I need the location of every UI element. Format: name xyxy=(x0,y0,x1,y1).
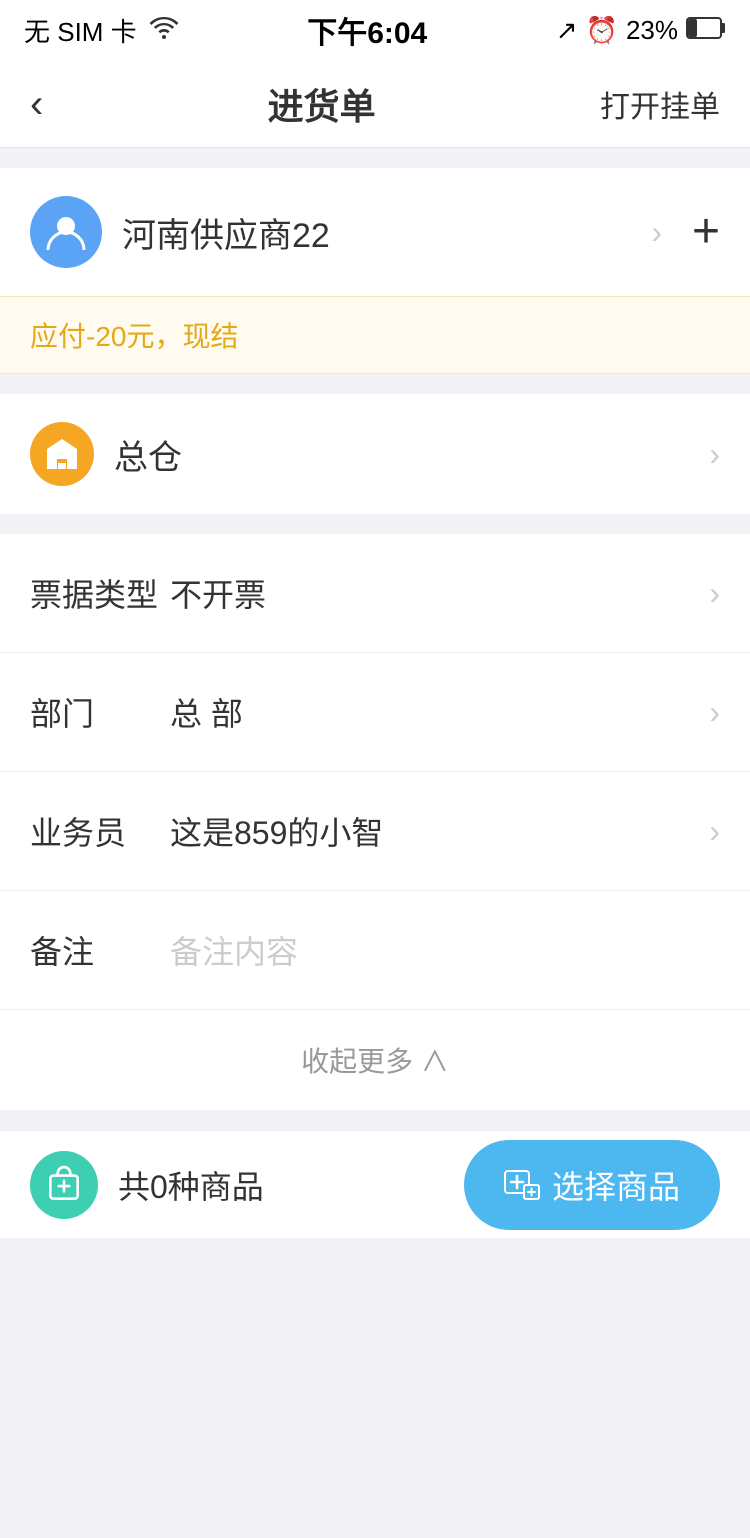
supplier-chevron-icon: › xyxy=(651,214,662,251)
supplier-row[interactable]: 河南供应商22 › + xyxy=(0,168,750,296)
warehouse-row[interactable]: 总仓 › xyxy=(0,394,750,514)
collapse-button[interactable]: 收起更多 ∧ xyxy=(0,1009,750,1110)
location-icon: ↗ xyxy=(556,15,578,46)
battery-icon xyxy=(686,15,726,46)
salesperson-chevron-icon: › xyxy=(709,813,720,850)
status-right: ↗ ⏰ 23% xyxy=(556,15,726,46)
open-pending-button[interactable]: 打开挂单 xyxy=(600,82,720,126)
page-title: 进货单 xyxy=(268,78,376,130)
department-value: 总 部 xyxy=(170,689,709,735)
back-button[interactable]: ‹ xyxy=(30,84,43,124)
supplier-avatar xyxy=(30,196,102,268)
form-section: 票据类型 不开票 › 部门 总 部 › 业务员 这是859的小智 › 备注 备注… xyxy=(0,534,750,1110)
section-gap-3 xyxy=(0,514,750,534)
department-chevron-icon: › xyxy=(709,694,720,731)
remark-row[interactable]: 备注 备注内容 xyxy=(0,890,750,1009)
invoice-label: 票据类型 xyxy=(30,570,170,616)
select-product-label: 选择商品 xyxy=(552,1162,680,1208)
section-gap-1 xyxy=(0,148,750,168)
product-icon xyxy=(30,1151,98,1219)
supplier-name: 河南供应商22 xyxy=(122,208,651,257)
alarm-icon: ⏰ xyxy=(586,15,618,46)
section-gap-2 xyxy=(0,374,750,394)
remark-input[interactable]: 备注内容 xyxy=(170,927,720,973)
warehouse-name: 总仓 xyxy=(114,430,709,479)
bottom-bar: 共0种商品 选择商品 xyxy=(0,1130,750,1238)
main-background xyxy=(0,1238,750,1538)
salesperson-label: 业务员 xyxy=(30,808,170,854)
invoice-row[interactable]: 票据类型 不开票 › xyxy=(0,534,750,652)
warehouse-icon xyxy=(30,422,94,486)
supplier-notice: 应付-20元，现结 xyxy=(0,296,750,374)
add-supplier-button[interactable]: + xyxy=(692,208,720,256)
battery-level: 23% xyxy=(626,15,678,46)
salesperson-value: 这是859的小智 xyxy=(170,808,709,854)
department-label: 部门 xyxy=(30,689,170,735)
status-bar: 无 SIM 卡 下午6:04 ↗ ⏰ 23% xyxy=(0,0,750,60)
wifi-icon xyxy=(149,15,179,46)
warehouse-section: 总仓 › xyxy=(0,394,750,514)
department-row[interactable]: 部门 总 部 › xyxy=(0,652,750,771)
no-sim-icon: 无 SIM 卡 xyxy=(24,12,137,49)
invoice-chevron-icon: › xyxy=(709,575,720,612)
remark-label: 备注 xyxy=(30,927,170,973)
collapse-label: 收起更多 ∧ xyxy=(301,1040,449,1080)
salesperson-row[interactable]: 业务员 这是859的小智 › xyxy=(0,771,750,890)
warehouse-chevron-icon: › xyxy=(709,436,720,473)
product-count: 共0种商品 xyxy=(118,1162,464,1208)
status-left: 无 SIM 卡 xyxy=(24,12,179,49)
supplier-section: 河南供应商22 › + 应付-20元，现结 xyxy=(0,168,750,374)
status-time: 下午6:04 xyxy=(307,8,427,52)
invoice-value: 不开票 xyxy=(170,570,709,616)
nav-bar: ‹ 进货单 打开挂单 xyxy=(0,60,750,148)
select-product-button[interactable]: 选择商品 xyxy=(464,1140,720,1230)
